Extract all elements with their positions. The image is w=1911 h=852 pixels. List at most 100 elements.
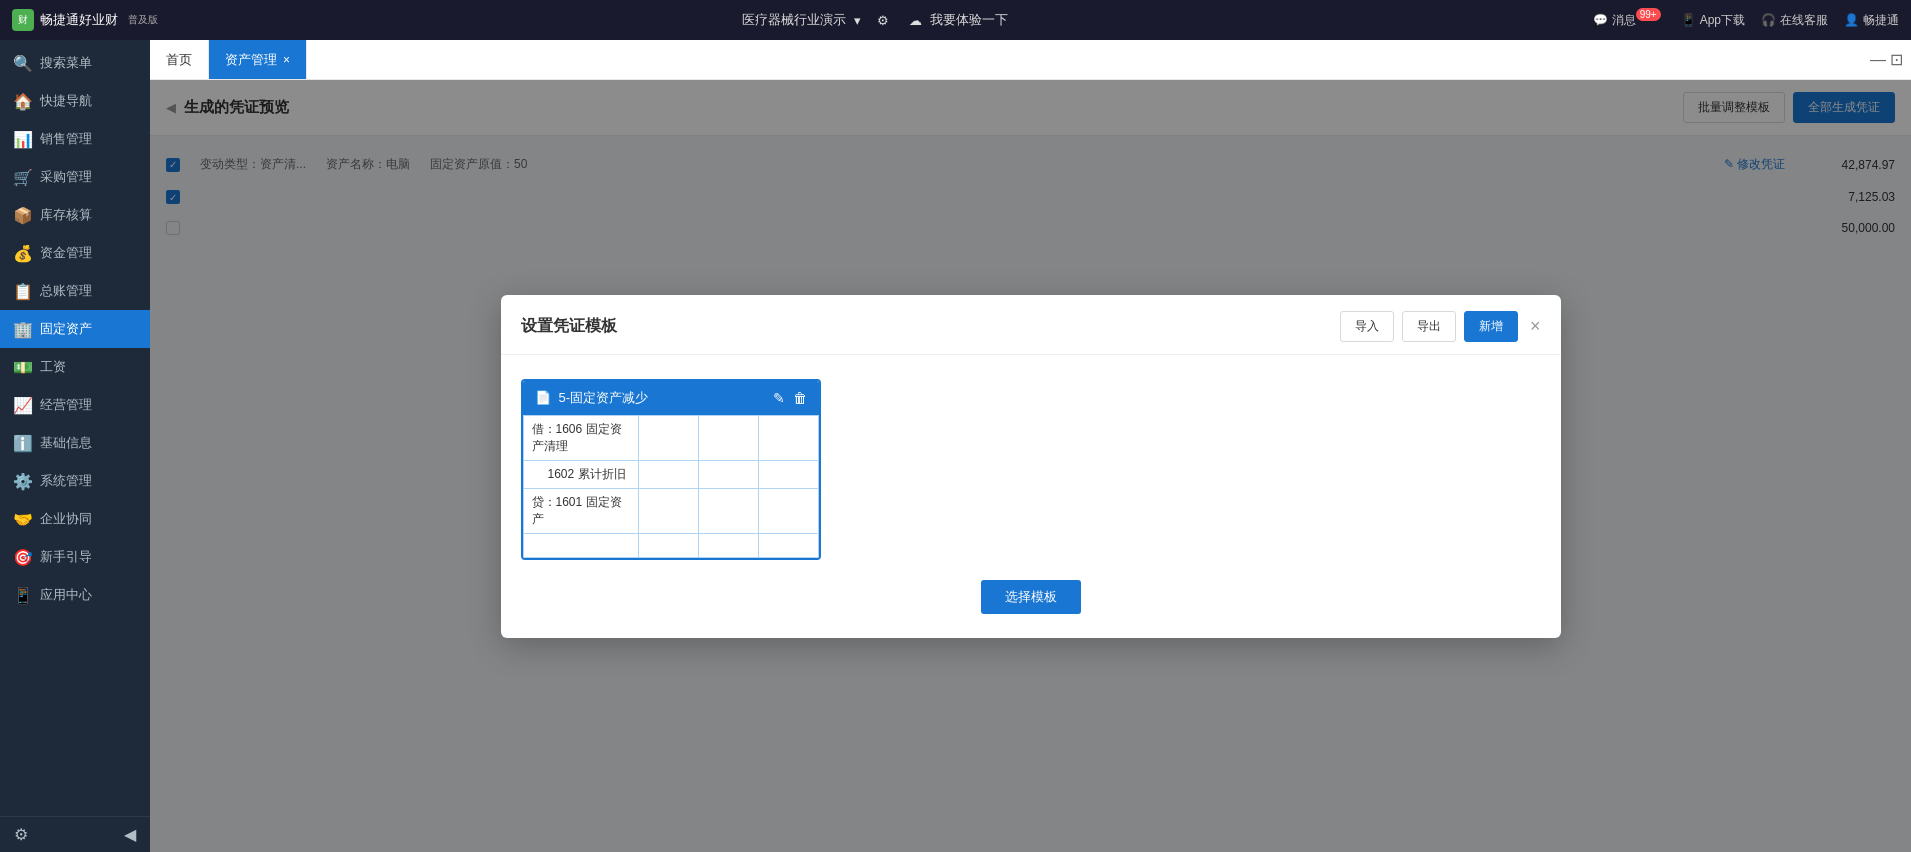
tab-home-label: 首页 — [166, 51, 192, 69]
sidebar-label-basicinfo: 基础信息 — [40, 434, 92, 452]
dialog-title: 设置凭证模板 — [521, 316, 617, 337]
close-icon[interactable]: × — [1530, 317, 1541, 335]
company-selector[interactable]: 医疗器械行业演示 ▾ ⚙ ☁ 我要体验一下 — [742, 11, 1008, 29]
tab-home[interactable]: 首页 — [150, 40, 209, 79]
edit-icon[interactable]: ✎ — [773, 390, 785, 406]
chevron-down-icon: ▾ — [854, 13, 861, 28]
sidebar-label-ledger: 总账管理 — [40, 282, 92, 300]
sidebar-item-quicknav[interactable]: 🏠 快捷导航 — [0, 82, 150, 120]
debit-label-2: 1602 累计折旧 — [523, 460, 638, 488]
sidebar-item-operations[interactable]: 📈 经营管理 — [0, 386, 150, 424]
sidebar-label-sysadmin: 系统管理 — [40, 472, 92, 490]
template-card-actions: ✎ 🗑 — [773, 390, 807, 406]
sidebar-item-appcenter[interactable]: 📱 应用中心 — [0, 576, 150, 614]
sidebar-item-ledger[interactable]: 📋 总账管理 — [0, 272, 150, 310]
export-btn[interactable]: 导出 — [1402, 311, 1456, 342]
user-info[interactable]: 👤 畅捷通 — [1844, 12, 1899, 29]
credit-col3-2 — [698, 533, 758, 557]
username: 畅捷通 — [1863, 12, 1899, 29]
user-icon: 👤 — [1844, 13, 1859, 27]
sidebar-item-fixedasset[interactable]: 🏢 固定资产 — [0, 310, 150, 348]
sidebar-item-sales[interactable]: 📊 销售管理 — [0, 120, 150, 158]
logo-icon: 财 — [12, 9, 34, 31]
debit-col2-1 — [638, 415, 698, 460]
dialog-set-template: 设置凭证模板 导入 导出 新增 × — [501, 295, 1561, 638]
ledger-icon: 📋 — [14, 282, 32, 300]
box-icon: 📦 — [14, 206, 32, 224]
sidebar-item-sysadmin[interactable]: ⚙️ 系统管理 — [0, 462, 150, 500]
debit-label-1: 借：1606 固定资产清理 — [523, 415, 638, 460]
money-icon: 💰 — [14, 244, 32, 262]
dialog-body: 📄 5-固定资产减少 ✎ 🗑 — [501, 355, 1561, 638]
search-icon: 🔍 — [14, 54, 32, 72]
settings-bottom-icon[interactable]: ⚙ — [14, 825, 28, 844]
import-btn[interactable]: 导入 — [1340, 311, 1394, 342]
sidebar-item-search[interactable]: 🔍 搜索菜单 — [0, 44, 150, 82]
sidebar-label-operations: 经营管理 — [40, 396, 92, 414]
debit-col2-2 — [638, 460, 698, 488]
maximize-icon[interactable]: ⊡ — [1890, 50, 1903, 69]
sidebar-item-capital[interactable]: 💰 资金管理 — [0, 234, 150, 272]
info-icon: ℹ️ — [14, 434, 32, 452]
tabs-actions: — ⊡ — [1870, 50, 1911, 69]
sidebar-nav: 🔍 搜索菜单 🏠 快捷导航 📊 销售管理 🛒 采购管理 📦 库存核 — [0, 40, 150, 816]
chart-icon: 📊 — [14, 130, 32, 148]
template-file-icon: 📄 — [535, 390, 551, 405]
tab-assetmgmt[interactable]: 资产管理 × — [209, 40, 307, 79]
online-service-label: 在线客服 — [1780, 12, 1828, 29]
delete-icon[interactable]: 🗑 — [793, 390, 807, 406]
message-icon: 💬 — [1593, 13, 1608, 27]
debit-col4-2 — [758, 460, 818, 488]
sidebar-label-capital: 资金管理 — [40, 244, 92, 262]
template-entries-table: 借：1606 固定资产清理 1602 累计折旧 — [523, 415, 819, 558]
edition-tag: 普及版 — [128, 13, 158, 27]
company-name: 医疗器械行业演示 — [742, 11, 846, 29]
sidebar-label-sales: 销售管理 — [40, 130, 92, 148]
dialog-toolbar: 导入 导出 新增 — [1340, 311, 1518, 342]
credit-col4-1 — [758, 488, 818, 533]
sidebar-label-appcenter: 应用中心 — [40, 586, 92, 604]
mobile-icon: 📱 — [1681, 13, 1696, 27]
message-badge: 99+ — [1636, 8, 1661, 21]
sidebar-item-salary[interactable]: 💵 工资 — [0, 348, 150, 386]
sidebar-label-purchase: 采购管理 — [40, 168, 92, 186]
new-btn[interactable]: 新增 — [1464, 311, 1518, 342]
modal-overlay: 设置凭证模板 导入 导出 新增 × — [150, 80, 1911, 852]
app-download-btn[interactable]: 📱 App下载 — [1681, 12, 1745, 29]
home-icon: 🏠 — [14, 92, 32, 110]
template-credit-row-1: 贷：1601 固定资产 — [523, 488, 818, 533]
tab-close-icon[interactable]: × — [283, 53, 290, 67]
credit-col4-2 — [758, 533, 818, 557]
headset-icon: 🎧 — [1761, 13, 1776, 27]
settings-icon[interactable]: ⚙ — [877, 13, 889, 28]
tab-assetmgmt-label: 资产管理 — [225, 51, 277, 69]
sidebar-label-fixedasset: 固定资产 — [40, 320, 92, 338]
credit-label-2 — [523, 533, 638, 557]
collapse-icon[interactable]: ◀ — [124, 825, 136, 844]
credit-col2-1 — [638, 488, 698, 533]
cloud-icon: ☁ — [909, 13, 922, 28]
template-card-header: 📄 5-固定资产减少 ✎ 🗑 — [523, 381, 819, 415]
message-btn[interactable]: 💬 消息 99+ — [1593, 12, 1665, 29]
debit-col4-1 — [758, 415, 818, 460]
choose-template-btn[interactable]: 选择模板 — [981, 580, 1081, 614]
building-icon: 🏢 — [14, 320, 32, 338]
minimize-icon[interactable]: — — [1870, 51, 1886, 69]
guide-icon: 🎯 — [14, 548, 32, 566]
sidebar-label-quicknav: 快捷导航 — [40, 92, 92, 110]
template-card[interactable]: 📄 5-固定资产减少 ✎ 🗑 — [521, 379, 821, 560]
credit-col2-2 — [638, 533, 698, 557]
online-service-btn[interactable]: 🎧 在线客服 — [1761, 12, 1828, 29]
sidebar-item-basicinfo[interactable]: ℹ️ 基础信息 — [0, 424, 150, 462]
template-debit-row-1: 借：1606 固定资产清理 — [523, 415, 818, 460]
sidebar-item-inventory[interactable]: 📦 库存核算 — [0, 196, 150, 234]
sidebar-label-search: 搜索菜单 — [40, 54, 92, 72]
sidebar-item-enterprise[interactable]: 🤝 企业协同 — [0, 500, 150, 538]
handshake-icon: 🤝 — [14, 510, 32, 528]
sidebar-item-guide[interactable]: 🎯 新手引导 — [0, 538, 150, 576]
app-name: 畅捷通好业财 — [40, 11, 118, 29]
sidebar-item-purchase[interactable]: 🛒 采购管理 — [0, 158, 150, 196]
try-text[interactable]: 我要体验一下 — [930, 11, 1008, 29]
credit-col3-1 — [698, 488, 758, 533]
template-card-title: 5-固定资产减少 — [559, 389, 649, 407]
